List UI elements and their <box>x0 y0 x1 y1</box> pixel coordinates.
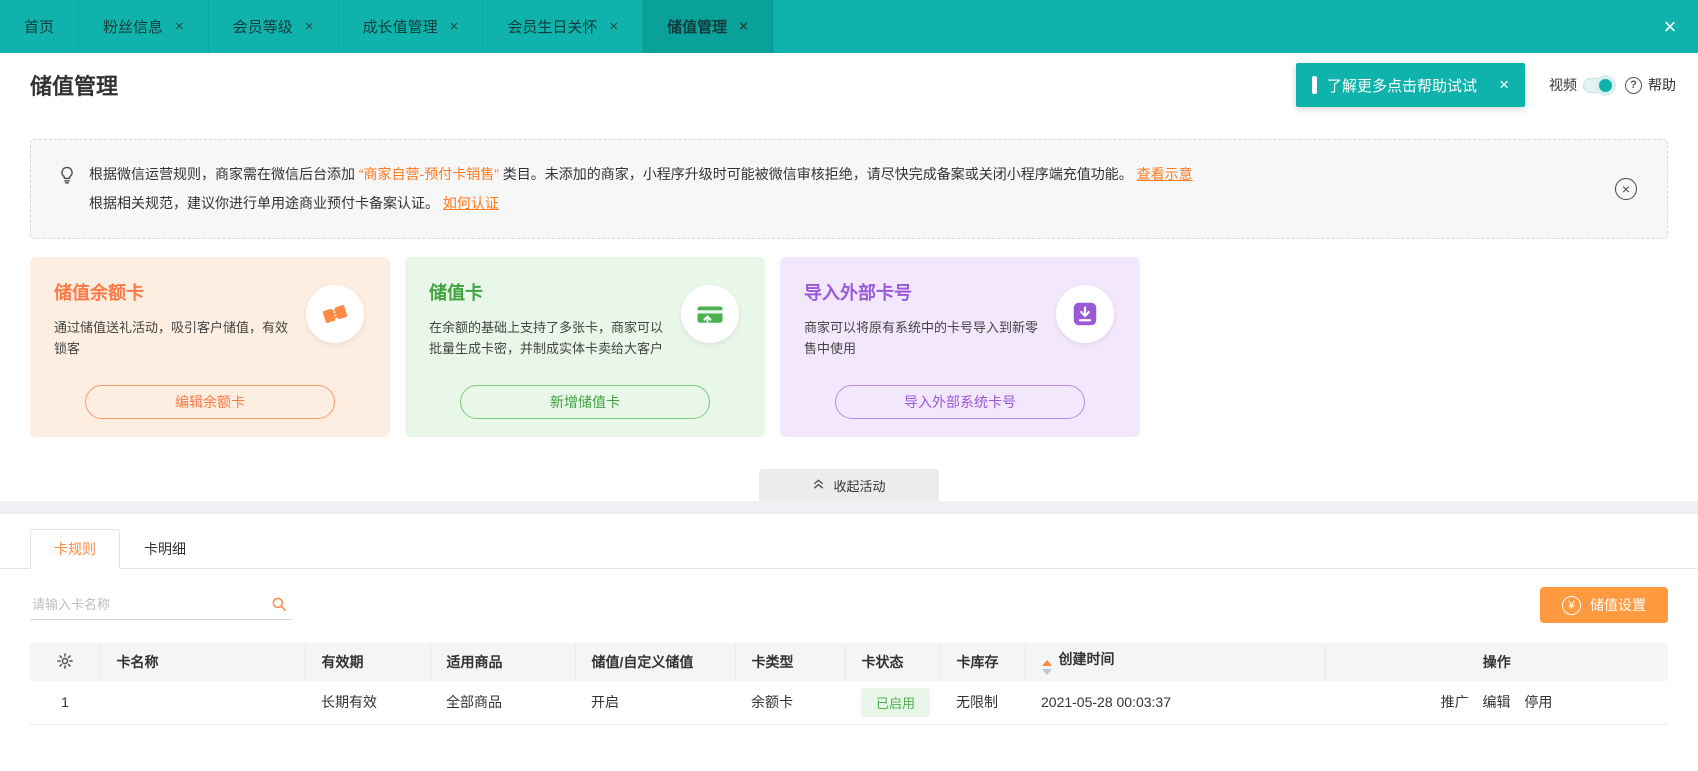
help-tip-text: 了解更多点击帮助试试 <box>1327 77 1478 95</box>
header-card-status: 卡状态 <box>845 643 941 681</box>
tab-fans-info[interactable]: 粉丝信息 × <box>79 0 209 53</box>
help-tip-banner: 了解更多点击帮助试试 × <box>1296 63 1525 107</box>
cell-card-status: 已启用 <box>845 681 940 725</box>
settings-button-label: 储值设置 <box>1590 597 1646 613</box>
search-input[interactable] <box>30 590 292 620</box>
video-group: 视频 <box>1549 74 1616 96</box>
panel-toolbar: ¥ 储值设置 <box>0 569 1698 637</box>
collapse-label: 收起活动 <box>833 478 886 494</box>
cell-validity: 长期有效 <box>305 681 430 725</box>
cell-applicable-goods: 全部商品 <box>430 681 575 725</box>
promo-desc: 商家可以将原有系统中的卡号导入到新零售中使用 <box>804 320 1039 356</box>
balance-card-promo: 储值余额卡 通过储值送礼活动，吸引客户储值，有效锁客 编辑余额卡 <box>30 257 390 437</box>
tab-card-rules[interactable]: 卡规则 <box>30 529 120 569</box>
view-example-link[interactable]: 查看示意 <box>1137 166 1193 182</box>
tab-birthday-care[interactable]: 会员生日关怀 × <box>483 0 644 53</box>
tab-close-icon[interactable]: × <box>305 19 314 34</box>
collapse-activities-button[interactable]: 收起活动 <box>759 469 939 501</box>
promote-action[interactable]: 推广 <box>1441 694 1469 710</box>
cell-card-type: 余额卡 <box>735 681 845 725</box>
window-close-icon[interactable]: × <box>1642 0 1698 53</box>
how-to-certify-link[interactable]: 如何认证 <box>443 195 499 211</box>
header-custom-value: 储值/自定义储值 <box>575 643 736 681</box>
header-card-type: 卡类型 <box>735 643 846 681</box>
help-tip-icon <box>1312 76 1318 94</box>
tab-close-icon[interactable]: × <box>609 19 618 34</box>
import-external-card-button[interactable]: 导入外部系统卡号 <box>835 385 1085 419</box>
header-card-name: 卡名称 <box>100 643 306 681</box>
ticket-icon <box>306 285 364 343</box>
top-tab-bar: 首页 粉丝信息 × 会员等级 × 成长值管理 × 会员生日关怀 × 储值管理 ×… <box>0 0 1698 53</box>
help-question-icon[interactable]: ? <box>1625 76 1642 94</box>
notice-text: 根据微信运营规则，商家需在微信后台添加 “商家自营-预付卡销售” 类目。未添加的… <box>89 160 1193 218</box>
panel-tabs: 卡规则 卡明细 <box>0 514 1698 569</box>
toggle-knob <box>1595 74 1616 96</box>
column-settings-header <box>30 643 101 681</box>
help-label: 帮助 <box>1648 77 1676 93</box>
tab-label: 粉丝信息 <box>103 19 164 36</box>
cell-custom-value: 开启 <box>575 681 735 725</box>
tab-close-icon[interactable]: × <box>450 19 459 34</box>
cell-actions: 推广 编辑 停用 <box>1325 681 1668 725</box>
header-actions: 操作 <box>1325 643 1668 681</box>
tab-stored-value[interactable]: 储值管理 × <box>643 0 773 53</box>
header-applicable-goods: 适用商品 <box>430 643 576 681</box>
disable-action[interactable]: 停用 <box>1524 694 1552 710</box>
row-index: 1 <box>30 681 100 725</box>
cell-card-name <box>100 681 305 725</box>
status-badge: 已启用 <box>861 687 931 717</box>
tab-close-icon[interactable]: × <box>739 19 748 34</box>
tab-label: 成长值管理 <box>362 19 438 36</box>
stored-value-settings-button[interactable]: ¥ 储值设置 <box>1540 587 1668 623</box>
promo-desc: 在余额的基础上支持了多张卡，商家可以批量生成卡密，并制成实体卡卖给大客户 <box>429 320 664 356</box>
sort-toggle-icon[interactable] <box>1041 660 1052 675</box>
notice-line-1: 根据微信运营规则，商家需在微信后台添加 “商家自营-预付卡销售” 类目。未添加的… <box>89 166 1193 182</box>
page-title: 储值管理 <box>30 74 119 99</box>
card-upload-icon <box>681 285 739 343</box>
wechat-notice-banner: 根据微信运营规则，商家需在微信后台添加 “商家自营-预付卡销售” 类目。未添加的… <box>30 139 1668 239</box>
tab-growth-value[interactable]: 成长值管理 × <box>339 0 484 53</box>
promo-cards-row: 储值余额卡 通过储值送礼活动，吸引客户储值，有效锁客 编辑余额卡 储值卡 在余额… <box>30 257 1668 437</box>
stored-value-card-promo: 储值卡 在余额的基础上支持了多张卡，商家可以批量生成卡密，并制成实体卡卖给大客户… <box>405 257 765 437</box>
help-tip-close-icon[interactable]: × <box>1499 75 1509 95</box>
edit-balance-card-button[interactable]: 编辑余额卡 <box>85 385 335 419</box>
notice-line-2: 根据相关规范，建议你进行单用途商业预付卡备案认证。 如何认证 <box>89 195 499 211</box>
tab-label: 储值管理 <box>667 19 728 36</box>
tab-label: 首页 <box>24 19 55 36</box>
header-validity: 有效期 <box>305 643 431 681</box>
table-header-row: 卡名称 有效期 适用商品 储值/自定义储值 卡类型 卡状态 卡库存 创建时间 操… <box>30 643 1668 681</box>
gear-icon[interactable] <box>56 652 74 673</box>
header-created-time: 创建时间 <box>1025 643 1326 681</box>
header-card-stock: 卡库存 <box>940 643 1026 681</box>
import-card-promo: 导入外部卡号 商家可以将原有系统中的卡号导入到新零售中使用 导入外部系统卡号 <box>780 257 1140 437</box>
tab-close-icon[interactable]: × <box>175 19 184 34</box>
chevron-up-double-icon <box>812 477 825 493</box>
tab-member-level[interactable]: 会员等级 × <box>209 0 339 53</box>
card-search <box>30 590 292 620</box>
notice-highlight: “商家自营-预付卡销售” <box>358 166 499 182</box>
tab-card-details[interactable]: 卡明细 <box>120 529 210 569</box>
tab-label: 会员生日关怀 <box>507 19 598 36</box>
search-icon[interactable] <box>270 595 288 618</box>
card-management-panel: 卡规则 卡明细 ¥ 储值设置 <box>0 514 1698 725</box>
import-download-icon <box>1056 285 1114 343</box>
add-stored-value-card-button[interactable]: 新增储值卡 <box>460 385 710 419</box>
card-rules-table: 卡名称 有效期 适用商品 储值/自定义储值 卡类型 卡状态 卡库存 创建时间 操… <box>30 643 1668 725</box>
tab-label: 会员等级 <box>232 19 293 36</box>
edit-action[interactable]: 编辑 <box>1483 694 1511 710</box>
section-divider <box>0 501 1698 514</box>
tab-home[interactable]: 首页 <box>0 0 80 53</box>
video-toggle[interactable] <box>1583 74 1616 96</box>
lightbulb-icon <box>57 165 77 218</box>
promo-desc: 通过储值送礼活动，吸引客户储值，有效锁客 <box>54 320 289 356</box>
video-label: 视频 <box>1549 77 1577 93</box>
page-header: 储值管理 了解更多点击帮助试试 × 视频 ? 帮助 <box>0 53 1698 117</box>
yen-icon: ¥ <box>1562 595 1581 615</box>
notice-close-icon[interactable]: × <box>1615 178 1637 200</box>
help-group[interactable]: ? 帮助 <box>1625 75 1676 95</box>
table-row: 1 长期有效 全部商品 开启 余额卡 已启用 无限制 2021-05-28 00… <box>30 681 1668 725</box>
cell-created-time: 2021-05-28 00:03:37 <box>1025 681 1325 725</box>
cell-card-stock: 无限制 <box>940 681 1025 725</box>
